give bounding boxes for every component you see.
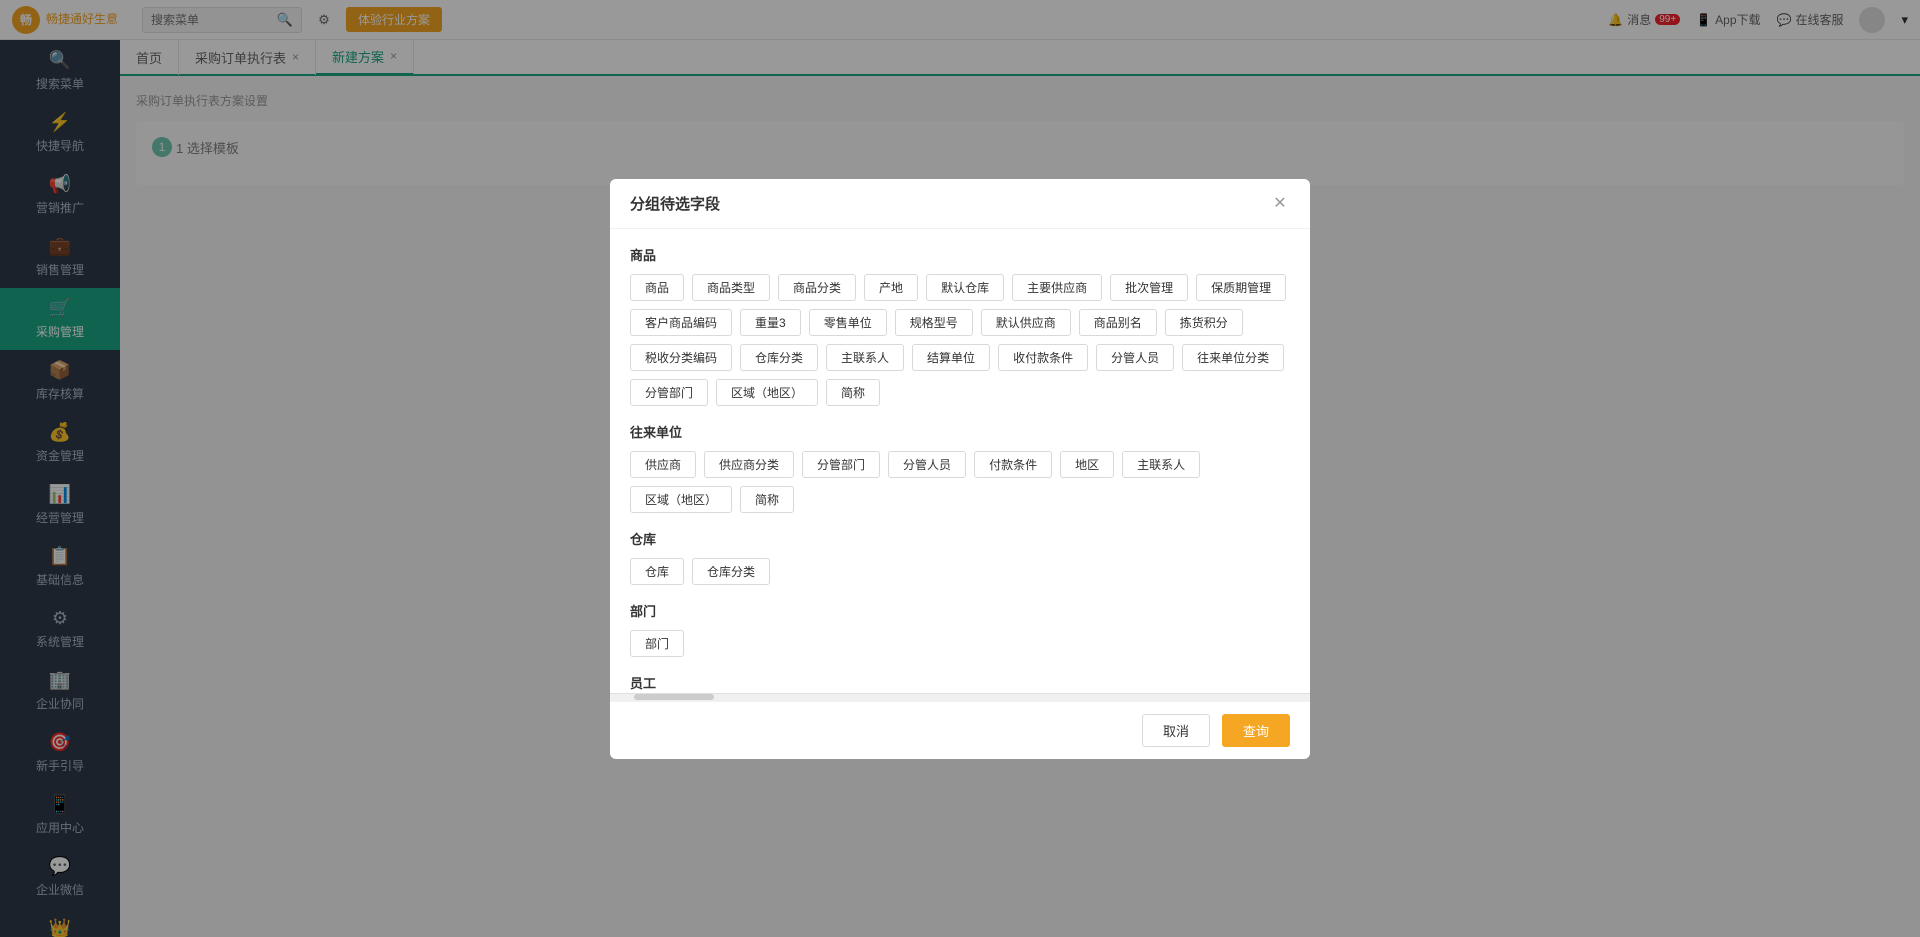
goods-fields: 商品 商品类型 商品分类 产地 默认仓库 主要供应商 批次管理 保质期管理 客户… bbox=[630, 274, 1290, 406]
field-tag[interactable]: 简称 bbox=[826, 379, 880, 406]
scrollbar-thumb bbox=[634, 694, 714, 700]
overlay: 分组待选字段 ✕ 商品 商品 商品类型 商品分类 产地 默认仓库 主要供应商 批… bbox=[0, 0, 1920, 937]
field-tag[interactable]: 主联系人 bbox=[826, 344, 904, 371]
field-tag[interactable]: 拣货积分 bbox=[1165, 309, 1243, 336]
cancel-button[interactable]: 取消 bbox=[1142, 714, 1210, 747]
field-tag[interactable]: 往来单位分类 bbox=[1182, 344, 1284, 371]
field-tag[interactable]: 仓库分类 bbox=[692, 558, 770, 585]
field-tag[interactable]: 商品类型 bbox=[692, 274, 770, 301]
section-goods: 商品 商品 商品类型 商品分类 产地 默认仓库 主要供应商 批次管理 保质期管理… bbox=[630, 245, 1290, 406]
section-employee: 员工 业务员 bbox=[630, 673, 1290, 694]
field-tag[interactable]: 产地 bbox=[864, 274, 918, 301]
field-tag[interactable]: 供应商分类 bbox=[704, 451, 794, 478]
field-tag[interactable]: 供应商 bbox=[630, 451, 696, 478]
field-tag[interactable]: 客户商品编码 bbox=[630, 309, 732, 336]
partner-fields: 供应商 供应商分类 分管部门 分管人员 付款条件 地区 主联系人 区域（地区） … bbox=[630, 451, 1290, 513]
field-tag[interactable]: 区域（地区） bbox=[716, 379, 818, 406]
field-tag[interactable]: 区域（地区） bbox=[630, 486, 732, 513]
field-tag[interactable]: 地区 bbox=[1060, 451, 1114, 478]
field-tag[interactable]: 付款条件 bbox=[974, 451, 1052, 478]
confirm-button[interactable]: 查询 bbox=[1222, 714, 1290, 747]
department-fields: 部门 bbox=[630, 630, 1290, 657]
modal-body: 商品 商品 商品类型 商品分类 产地 默认仓库 主要供应商 批次管理 保质期管理… bbox=[610, 229, 1310, 694]
field-tag[interactable]: 商品别名 bbox=[1079, 309, 1157, 336]
field-tag[interactable]: 简称 bbox=[740, 486, 794, 513]
field-tag[interactable]: 部门 bbox=[630, 630, 684, 657]
field-tag[interactable]: 默认仓库 bbox=[926, 274, 1004, 301]
modal: 分组待选字段 ✕ 商品 商品 商品类型 商品分类 产地 默认仓库 主要供应商 批… bbox=[610, 179, 1310, 759]
field-tag[interactable]: 保质期管理 bbox=[1196, 274, 1286, 301]
section-employee-title: 员工 bbox=[630, 673, 1290, 692]
section-warehouse-title: 仓库 bbox=[630, 529, 1290, 548]
modal-header: 分组待选字段 ✕ bbox=[610, 179, 1310, 229]
field-tag[interactable]: 商品分类 bbox=[778, 274, 856, 301]
section-partner: 往来单位 供应商 供应商分类 分管部门 分管人员 付款条件 地区 主联系人 区域… bbox=[630, 422, 1290, 513]
section-warehouse: 仓库 仓库 仓库分类 bbox=[630, 529, 1290, 585]
section-department: 部门 部门 bbox=[630, 601, 1290, 657]
field-tag[interactable]: 税收分类编码 bbox=[630, 344, 732, 371]
field-tag[interactable]: 分管人员 bbox=[1096, 344, 1174, 371]
modal-title: 分组待选字段 bbox=[630, 193, 720, 214]
field-tag[interactable]: 批次管理 bbox=[1110, 274, 1188, 301]
section-partner-title: 往来单位 bbox=[630, 422, 1290, 441]
field-tag[interactable]: 仓库 bbox=[630, 558, 684, 585]
field-tag[interactable]: 收付款条件 bbox=[998, 344, 1088, 371]
field-tag[interactable]: 结算单位 bbox=[912, 344, 990, 371]
field-tag[interactable]: 主要供应商 bbox=[1012, 274, 1102, 301]
section-department-title: 部门 bbox=[630, 601, 1290, 620]
field-tag[interactable]: 分管人员 bbox=[888, 451, 966, 478]
modal-close-button[interactable]: ✕ bbox=[1270, 193, 1290, 213]
section-goods-title: 商品 bbox=[630, 245, 1290, 264]
horizontal-scrollbar[interactable] bbox=[610, 693, 1310, 700]
field-tag[interactable]: 重量3 bbox=[740, 309, 801, 336]
modal-footer: 取消 查询 bbox=[610, 701, 1310, 759]
field-tag[interactable]: 分管部门 bbox=[802, 451, 880, 478]
field-tag[interactable]: 默认供应商 bbox=[981, 309, 1071, 336]
field-tag[interactable]: 主联系人 bbox=[1122, 451, 1200, 478]
field-tag[interactable]: 规格型号 bbox=[895, 309, 973, 336]
warehouse-fields: 仓库 仓库分类 bbox=[630, 558, 1290, 585]
field-tag[interactable]: 仓库分类 bbox=[740, 344, 818, 371]
field-tag[interactable]: 商品 bbox=[630, 274, 684, 301]
field-tag[interactable]: 零售单位 bbox=[809, 309, 887, 336]
field-tag[interactable]: 分管部门 bbox=[630, 379, 708, 406]
